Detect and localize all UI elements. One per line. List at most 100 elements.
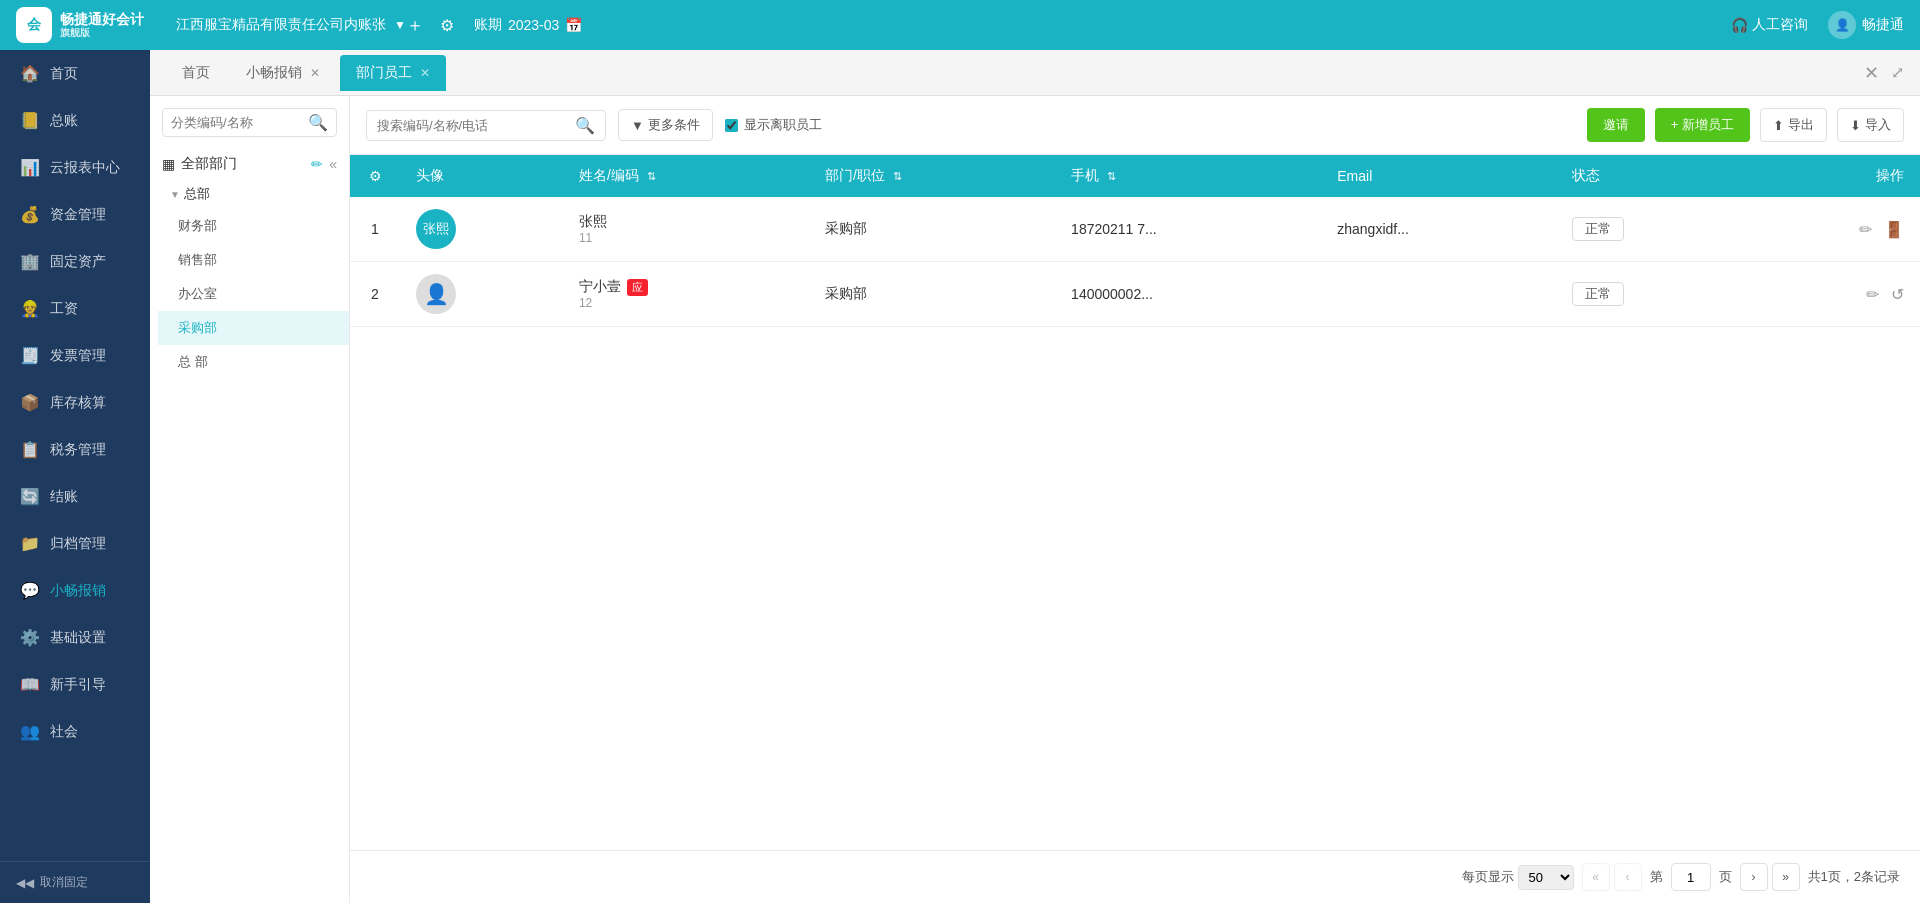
close-tab-employee[interactable]: ✕ (420, 66, 430, 80)
settings-icon[interactable]: ⚙ (440, 16, 454, 35)
export-button[interactable]: ⬆ 导出 (1760, 108, 1827, 142)
sidebar-label-archive: 归档管理 (50, 535, 106, 553)
assets-icon: 🏢 (20, 252, 40, 271)
edit-icon-2[interactable]: ✏ (1866, 285, 1879, 304)
avatar: 👤 (1828, 11, 1856, 39)
add-icon[interactable]: ＋ (406, 13, 424, 37)
tab-bar: 首页 小畅报销 ✕ 部门员工 ✕ ✕ ⤢ (150, 50, 1920, 96)
col-name-code[interactable]: 姓名/编码 ⇅ (563, 155, 809, 197)
status-badge-1: 正常 (1572, 217, 1624, 241)
row-action-1: ✏ 🚪 (1746, 197, 1920, 262)
last-page-button[interactable]: » (1772, 863, 1800, 891)
col-phone[interactable]: 手机 ⇅ (1055, 155, 1321, 197)
tab-home[interactable]: 首页 (166, 55, 226, 91)
dept-purchase-label: 采购部 (178, 320, 217, 335)
sidebar-item-close[interactable]: 🔄 结账 (0, 473, 150, 520)
sidebar-item-invoice[interactable]: 🧾 发票管理 (0, 332, 150, 379)
service-button[interactable]: 🎧 人工咨询 (1731, 16, 1808, 34)
add-employee-button[interactable]: + 新增员工 (1655, 108, 1750, 142)
sidebar-item-finance[interactable]: 💰 资金管理 (0, 191, 150, 238)
delete-icon-1[interactable]: 🚪 (1884, 220, 1904, 239)
collapse-icon[interactable]: « (329, 156, 337, 172)
app-logo: 会 畅捷通好会计 旗舰版 (16, 7, 156, 43)
filter-icon: ▼ (631, 118, 644, 133)
dept-hq-label: 总部 (184, 185, 210, 203)
dept-all[interactable]: ▦ 全部部门 ✏ « (150, 149, 349, 179)
prev-page-button[interactable]: ‹ (1614, 863, 1642, 891)
col-settings[interactable]: ⚙ (350, 155, 400, 197)
per-page-selector: 每页显示 10 20 50 100 (1462, 865, 1574, 890)
avatar-circle-1: 张熙 (416, 209, 456, 249)
dept-search-input[interactable] (171, 115, 302, 130)
service-label: 人工咨询 (1752, 16, 1808, 34)
row-email-1: zhangxidf... (1321, 197, 1555, 262)
employee-name-1: 张熙 (579, 213, 793, 231)
per-page-select[interactable]: 10 20 50 100 (1518, 865, 1574, 890)
logo-text: 畅捷通好会计 旗舰版 (60, 11, 144, 40)
dept-search-box[interactable]: 🔍 (162, 108, 337, 137)
data-table: ⚙ 头像 姓名/编码 ⇅ 部门/职位 ⇅ 手机 ⇅ Email 状态 操作 (350, 155, 1920, 850)
dept-hq-header[interactable]: ▼ 总部 (158, 179, 349, 209)
toolbar-right: 邀请 + 新增员工 ⬆ 导出 ⬇ 导入 (1587, 108, 1904, 142)
period-value: 2023-03 (508, 17, 559, 33)
sidebar-item-settings[interactable]: ⚙️ 基础设置 (0, 614, 150, 661)
refresh-icon-2[interactable]: ↺ (1891, 285, 1904, 304)
dept-group-hq: ▼ 总部 财务部 销售部 办公室 采购部 (158, 179, 349, 379)
dept-sales[interactable]: 销售部 (158, 243, 349, 277)
sidebar-item-ledger[interactable]: 📒 总账 (0, 97, 150, 144)
close-all-icon[interactable]: ✕ (1864, 62, 1879, 84)
company-selector[interactable]: 江西服宝精品有限责任公司内账张 ▼ (176, 16, 406, 34)
employee-search-input[interactable] (377, 118, 569, 133)
filter-button[interactable]: ▼ 更多条件 (618, 109, 713, 141)
page-input[interactable] (1671, 863, 1711, 891)
edit-dept-icon[interactable]: ✏ (311, 156, 323, 172)
sidebar-item-expense[interactable]: 💬 小畅报销 (0, 567, 150, 614)
dept-office-label: 办公室 (178, 286, 217, 301)
period-selector[interactable]: 账期 2023-03 📅 (474, 16, 582, 34)
dept-purchase[interactable]: 采购部 (158, 311, 349, 345)
dept-office[interactable]: 办公室 (158, 277, 349, 311)
row-action-2: ✏ ↺ (1746, 262, 1920, 327)
pin-toggle[interactable]: ◀◀ 取消固定 (0, 861, 150, 903)
next-page-button[interactable]: › (1740, 863, 1768, 891)
sidebar-label-social: 社会 (50, 723, 78, 741)
dept-finance[interactable]: 财务部 (158, 209, 349, 243)
col-dept[interactable]: 部门/职位 ⇅ (809, 155, 1055, 197)
row-phone-2: 140000002... (1055, 262, 1321, 327)
edit-icon-1[interactable]: ✏ (1859, 220, 1872, 239)
import-button[interactable]: ⬇ 导入 (1837, 108, 1904, 142)
chevron-down-icon: ▼ (394, 18, 406, 32)
filter-label: 更多条件 (648, 116, 700, 134)
close-tab-expense[interactable]: ✕ (310, 66, 320, 80)
row-dept-1: 采购部 (809, 197, 1055, 262)
sidebar-label-close: 结账 (50, 488, 78, 506)
sidebar-label-expense: 小畅报销 (50, 582, 106, 600)
sidebar-item-home[interactable]: 🏠 首页 (0, 50, 150, 97)
invite-button[interactable]: 邀请 (1587, 108, 1645, 142)
sidebar-item-inventory[interactable]: 📦 库存核算 (0, 379, 150, 426)
dept-hq-sub[interactable]: 总 部 (158, 345, 349, 379)
salary-icon: 👷 (20, 299, 40, 318)
sidebar-item-assets[interactable]: 🏢 固定资产 (0, 238, 150, 285)
sidebar-item-reports[interactable]: 📊 云报表中心 (0, 144, 150, 191)
user-menu[interactable]: 👤 畅捷通 (1828, 11, 1904, 39)
show-resigned-checkbox[interactable] (725, 119, 738, 132)
employee-search-box[interactable]: 🔍 (366, 110, 606, 141)
sidebar-item-tax[interactable]: 📋 税务管理 (0, 426, 150, 473)
tab-employee-label: 部门员工 (356, 64, 412, 82)
row-no-2: 2 (350, 262, 400, 327)
tab-employee[interactable]: 部门员工 ✕ (340, 55, 446, 91)
first-page-button[interactable]: « (1582, 863, 1610, 891)
sidebar-item-guide[interactable]: 📖 新手引导 (0, 661, 150, 708)
pin-label: 取消固定 (40, 874, 88, 891)
close-period-icon: 🔄 (20, 487, 40, 506)
sidebar-label-inventory: 库存核算 (50, 394, 106, 412)
sidebar-item-archive[interactable]: 📁 归档管理 (0, 520, 150, 567)
expand-icon[interactable]: ⤢ (1891, 63, 1904, 82)
home-icon: 🏠 (20, 64, 40, 83)
sidebar-item-social[interactable]: 👥 社会 (0, 708, 150, 755)
sidebar-label-invoice: 发票管理 (50, 347, 106, 365)
dept-sales-label: 销售部 (178, 252, 217, 267)
tab-expense[interactable]: 小畅报销 ✕ (230, 55, 336, 91)
sidebar-item-salary[interactable]: 👷 工资 (0, 285, 150, 332)
